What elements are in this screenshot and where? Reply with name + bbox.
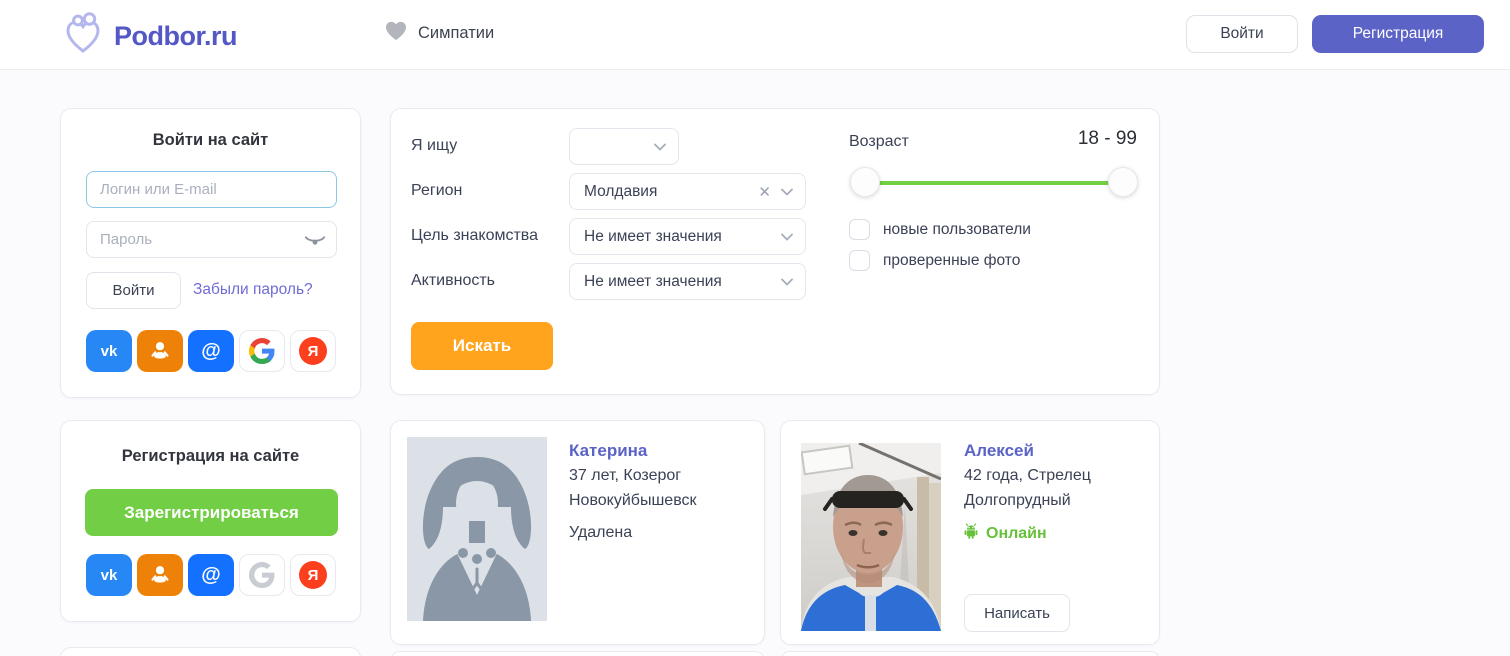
age-label: Возраст — [849, 133, 909, 150]
login-submit-button[interactable]: Войти — [86, 272, 181, 309]
clear-region-icon[interactable]: ✕ — [758, 183, 771, 201]
google-icon[interactable] — [239, 330, 285, 372]
activity-select[interactable]: Не имеет значения — [569, 263, 806, 300]
new-users-checkbox[interactable] — [849, 219, 870, 240]
chevron-down-icon — [781, 233, 793, 241]
seeking-select[interactable] — [569, 128, 679, 165]
online-status-label: Онлайн — [986, 524, 1047, 542]
header-login-button[interactable]: Войти — [1186, 15, 1298, 53]
profile-status: Удалена — [569, 524, 633, 541]
next-profile-card-edge — [780, 651, 1160, 656]
goal-select[interactable]: Не имеет значения — [569, 218, 806, 255]
forgot-password-link[interactable]: Забыли пароль? — [193, 281, 313, 299]
header-register-button[interactable]: Регистрация — [1312, 15, 1484, 53]
password-input[interactable] — [86, 221, 337, 258]
chevron-down-icon — [781, 278, 793, 286]
nav-sympathies-label: Симпатии — [418, 24, 495, 42]
verified-photos-checkbox-label: проверенные фото — [883, 251, 1021, 269]
next-profile-card-edge — [390, 651, 765, 656]
register-social-buttons: vk @ Я — [86, 554, 336, 596]
profile-name-link[interactable]: Алексей — [964, 441, 1034, 461]
odnoklassniki-icon[interactable] — [137, 330, 183, 372]
profile-card: Алексей 42 года, Стрелец Долгопрудный Он… — [780, 420, 1160, 645]
podbor-page: Podbor.ru Симпатии Войти Регистрация Вой… — [0, 0, 1510, 656]
profile-photo-male[interactable] — [801, 443, 941, 631]
yandex-icon[interactable]: Я — [290, 330, 336, 372]
profile-age-zodiac: 37 лет, Козерог — [569, 467, 682, 484]
vk-icon[interactable]: vk — [86, 554, 132, 596]
filter-label-activity: Активность — [411, 272, 496, 289]
show-password-eye-icon[interactable] — [304, 231, 326, 249]
search-button[interactable]: Искать — [411, 322, 553, 370]
filter-label-seeking: Я ищу — [411, 137, 458, 154]
header: Podbor.ru Симпатии Войти Регистрация — [0, 0, 1510, 70]
age-slider-track[interactable] — [850, 181, 1137, 185]
verified-photos-checkbox-row: проверенные фото — [849, 250, 1020, 271]
logo[interactable]: Podbor.ru — [60, 11, 238, 62]
mailru-icon[interactable]: @ — [188, 330, 234, 372]
filter-label-region: Регион — [411, 182, 463, 199]
region-select[interactable]: Молдавия ✕ — [569, 173, 806, 210]
register-submit-button[interactable]: Зарегистрироваться — [85, 489, 338, 536]
next-sidebar-card-edge — [60, 647, 361, 656]
profile-card: Катерина 37 лет, Козерог Новокуйбышевск … — [390, 420, 765, 645]
activity-select-value: Не имеет значения — [584, 272, 722, 290]
vk-icon[interactable]: vk — [86, 330, 132, 372]
logo-text: Podbor.ru — [114, 21, 238, 51]
register-card: Регистрация на сайте Зарегистрироваться … — [60, 420, 361, 622]
goal-select-value: Не имеет значения — [584, 227, 722, 245]
new-users-checkbox-label: новые пользователи — [883, 220, 1031, 238]
login-input[interactable] — [86, 171, 337, 208]
chevron-down-icon — [781, 188, 793, 196]
verified-photos-checkbox[interactable] — [849, 250, 870, 271]
online-status: Онлайн — [964, 523, 1047, 544]
logo-heart-people-icon — [60, 11, 106, 62]
region-select-value: Молдавия — [584, 182, 658, 200]
profile-age-zodiac: 42 года, Стрелец — [964, 467, 1091, 484]
odnoklassniki-icon[interactable] — [137, 554, 183, 596]
new-users-checkbox-row: новые пользователи — [849, 219, 1031, 240]
login-social-buttons: vk @ Я — [86, 330, 336, 372]
age-slider-handle-min[interactable] — [850, 167, 880, 197]
profile-photo-placeholder-female[interactable] — [407, 437, 547, 621]
login-card-title: Войти на сайт — [152, 131, 269, 149]
search-filter-card: Я ищу Регион Цель знакомства Активность … — [390, 108, 1160, 395]
heart-icon — [385, 21, 407, 46]
mailru-icon[interactable]: @ — [188, 554, 234, 596]
chevron-down-icon — [654, 143, 666, 151]
message-button[interactable]: Написать — [964, 594, 1070, 632]
google-icon-gray[interactable] — [239, 554, 285, 596]
yandex-icon[interactable]: Я — [290, 554, 336, 596]
age-range-value: 18 - 99 — [1077, 128, 1137, 149]
android-icon — [964, 523, 978, 544]
register-card-title: Регистрация на сайте — [121, 447, 300, 465]
profile-name-link[interactable]: Катерина — [569, 441, 647, 461]
filter-label-goal: Цель знакомства — [411, 227, 539, 244]
nav-sympathies[interactable]: Симпатии — [385, 21, 494, 46]
login-card: Войти на сайт Войти Забыли пароль? vk @ — [60, 108, 361, 398]
profile-city: Новокуйбышевск — [569, 492, 697, 509]
age-slider-handle-max[interactable] — [1108, 167, 1138, 197]
profile-city: Долгопрудный — [964, 492, 1071, 509]
